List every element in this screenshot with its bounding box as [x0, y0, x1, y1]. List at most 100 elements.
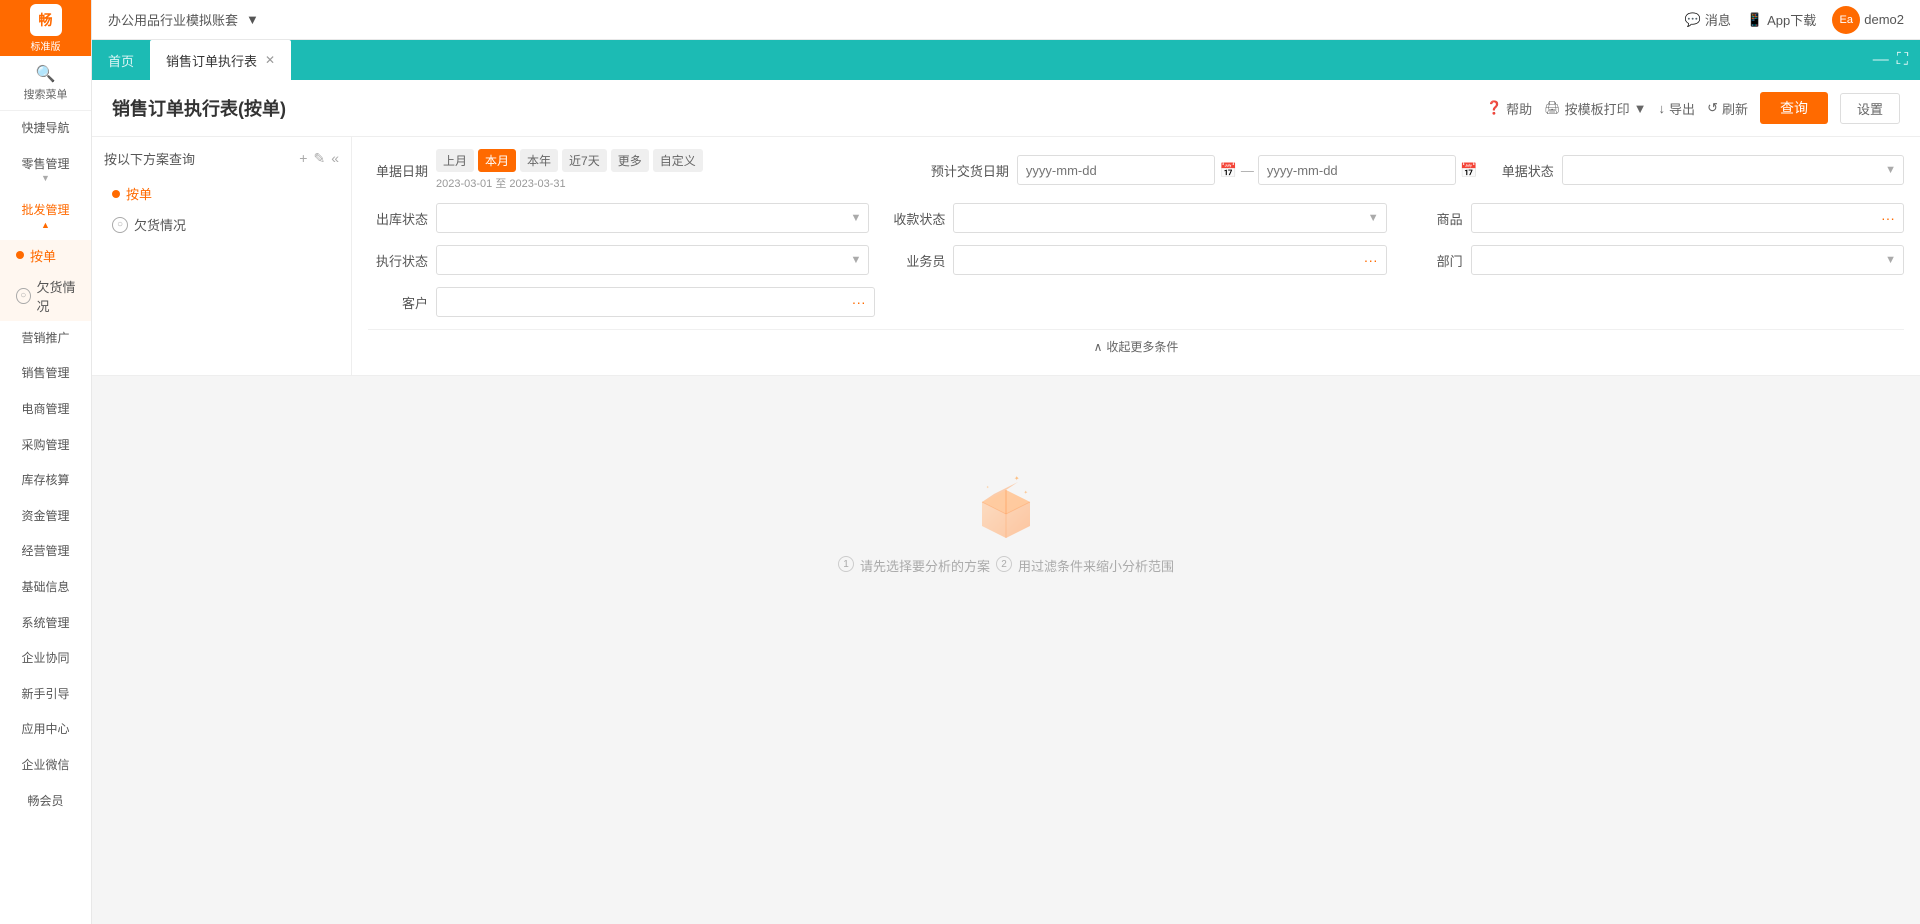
shipment-status-select[interactable] [436, 203, 869, 233]
tab-close-icon[interactable]: ✕ [265, 53, 275, 67]
settings-button[interactable]: 设置 [1840, 93, 1900, 124]
tab-minimize-button[interactable]: — [1873, 51, 1889, 69]
svg-text:✦: ✦ [986, 484, 990, 489]
empty-state-illustration: ✦ ✦ ✦ [956, 456, 1056, 556]
sidebar-search[interactable]: 🔍 搜索菜单 [0, 56, 91, 111]
logo-icon: 畅 [30, 4, 62, 36]
sidebar-item-ecommerce[interactable]: 电商管理 [0, 392, 91, 428]
export-action[interactable]: ↓ 导出 [1659, 99, 1696, 118]
message-action[interactable]: 💬 消息 [1685, 10, 1731, 29]
user-name: demo2 [1864, 12, 1904, 27]
add-scheme-icon[interactable]: + [299, 150, 307, 167]
breadcrumb-area: 办公用品行业模拟账套 ▼ [108, 10, 259, 29]
calendar-end-icon[interactable]: 📅 [1460, 162, 1477, 179]
sidebar-item-wholesale[interactable]: 批发管理 ▲ [0, 193, 91, 240]
salesperson-label: 业务员 [885, 251, 945, 270]
filter-field-date: 单据日期 上月 本月 本年 近7天 更多 自定义 2023-03-01 至 20… [368, 149, 915, 191]
date-btn-this-month[interactable]: 本月 [478, 149, 516, 172]
sidebar-item-retail[interactable]: 零售管理 ▼ [0, 147, 91, 194]
expected-date-end[interactable] [1258, 155, 1457, 185]
sidebar-item-wechat[interactable]: 企业微信 [0, 748, 91, 784]
date-btn-7days[interactable]: 近7天 [562, 149, 607, 172]
expected-date-start[interactable] [1017, 155, 1216, 185]
refresh-action[interactable]: ↺ 刷新 [1707, 99, 1748, 118]
filter-field-customer: 客户 ··· [368, 287, 875, 317]
sidebar-item-basic[interactable]: 基础信息 [0, 570, 91, 606]
tab-home-label: 首页 [108, 51, 134, 70]
sidebar-item-inventory[interactable]: 库存核算 [0, 463, 91, 499]
sidebar-item-apps[interactable]: 应用中心 [0, 712, 91, 748]
content-area: 销售订单执行表(按单) ❓ 帮助 🖨 按模板打印 ▼ ↓ 导出 ↺ 刷新 [92, 80, 1920, 924]
wholesale-arrow: ▲ [41, 220, 50, 230]
collapse-scheme-icon[interactable]: « [331, 150, 339, 167]
sub-item-debt[interactable]: ○ 欠货情况 [0, 271, 91, 321]
print-action[interactable]: 🖨 按模板打印 ▼ [1544, 99, 1646, 118]
customer-input[interactable]: ··· [436, 287, 875, 317]
print-icon: 🖨 [1544, 100, 1561, 116]
department-select[interactable] [1471, 245, 1904, 275]
avatar: Ea [1832, 6, 1860, 34]
filter-field-payment-status: 收款状态 ▼ [885, 203, 1386, 233]
sidebar: 畅 标准版 🔍 搜索菜单 快捷导航 零售管理 ▼ 批发管理 ▲ 按单 ○ 欠货情… [0, 0, 92, 924]
date-btn-last-month[interactable]: 上月 [436, 149, 474, 172]
order-status-select[interactable] [1562, 155, 1904, 185]
filter-panel: 按以下方案查询 + ✎ « 按单 ○ 欠货情况 [92, 137, 1920, 376]
sidebar-item-system[interactable]: 系统管理 [0, 606, 91, 642]
customer-dots[interactable]: ··· [852, 294, 866, 310]
collapse-bar[interactable]: ∧ 收起更多条件 [368, 329, 1904, 363]
page-header-actions: ❓ 帮助 🖨 按模板打印 ▼ ↓ 导出 ↺ 刷新 查询 设置 [1486, 92, 1900, 136]
sidebar-item-finance[interactable]: 资金管理 [0, 499, 91, 535]
edit-scheme-icon[interactable]: ✎ [313, 150, 325, 167]
tab-maximize-button[interactable]: ⛶ [1897, 51, 1908, 69]
breadcrumb-dropdown-icon[interactable]: ▼ [246, 12, 259, 27]
expected-date-range: 📅 — 📅 [1017, 155, 1478, 185]
date-btn-this-year[interactable]: 本年 [520, 149, 558, 172]
scheme-item-debt[interactable]: ○ 欠货情况 [104, 209, 339, 240]
filter-scheme-title: 按以下方案查询 [104, 149, 195, 168]
order-status-label: 单据状态 [1494, 161, 1554, 180]
scheme-circle-icon: ○ [112, 217, 128, 233]
sidebar-item-marketing[interactable]: 营销推广 [0, 321, 91, 357]
product-dots[interactable]: ··· [1881, 210, 1895, 226]
filter-field-salesperson: 业务员 ··· [885, 245, 1386, 275]
salesperson-input[interactable]: ··· [953, 245, 1386, 275]
sidebar-item-purchase[interactable]: 采购管理 [0, 428, 91, 464]
tab-home[interactable]: 首页 [92, 40, 150, 80]
sidebar-item-coop[interactable]: 企业协同 [0, 641, 91, 677]
salesperson-dots[interactable]: ··· [1364, 252, 1378, 268]
circle-icon: ○ [16, 288, 31, 304]
user-profile[interactable]: Ea demo2 [1832, 6, 1904, 34]
print-dropdown-icon: ▼ [1634, 101, 1647, 116]
empty-state: ✦ ✦ ✦ 1 请先选择要分析的方案 2 用过滤条件来缩小分析范围 [92, 376, 1920, 659]
app-download-icon: 📱 [1747, 12, 1763, 28]
app-download-action[interactable]: 📱 App下载 [1747, 10, 1816, 29]
date-btn-more[interactable]: 更多 [611, 149, 649, 172]
calendar-start-icon[interactable]: 📅 [1219, 162, 1236, 179]
filter-field-department: 部门 ▼ [1403, 245, 1904, 275]
department-wrapper: ▼ [1471, 245, 1904, 275]
header-actions: 💬 消息 📱 App下载 Ea demo2 [1685, 6, 1904, 34]
sidebar-item-guide[interactable]: 新手引导 [0, 677, 91, 713]
payment-status-label: 收款状态 [885, 209, 945, 228]
help-action[interactable]: ❓ 帮助 [1486, 99, 1532, 118]
logo-subtext: 标准版 [31, 38, 61, 53]
filter-row-3: 执行状态 ▼ 业务员 ··· [368, 245, 1904, 275]
exec-status-select[interactable] [436, 245, 869, 275]
sidebar-item-member[interactable]: 畅会员 [0, 784, 91, 820]
sub-item-by-order[interactable]: 按单 [0, 240, 91, 271]
help-icon: ❓ [1486, 100, 1502, 116]
sidebar-item-sales[interactable]: 销售管理 [0, 356, 91, 392]
sidebar-quick-nav[interactable]: 快捷导航 [0, 111, 91, 147]
shipment-status-label: 出库状态 [368, 209, 428, 228]
product-input[interactable]: ··· [1471, 203, 1904, 233]
scheme-item-by-order[interactable]: 按单 [104, 178, 339, 209]
tab-sales-order[interactable]: 销售订单执行表 ✕ [150, 40, 291, 80]
query-button[interactable]: 查询 [1760, 92, 1828, 124]
scheme-active-dot [112, 190, 120, 198]
date-btn-custom[interactable]: 自定义 [653, 149, 703, 172]
hint-num-2: 2 [996, 556, 1012, 572]
payment-status-select[interactable] [953, 203, 1386, 233]
department-label: 部门 [1403, 251, 1463, 270]
sidebar-item-business[interactable]: 经营管理 [0, 534, 91, 570]
top-header: 办公用品行业模拟账套 ▼ 💬 消息 📱 App下载 Ea demo2 [92, 0, 1920, 40]
